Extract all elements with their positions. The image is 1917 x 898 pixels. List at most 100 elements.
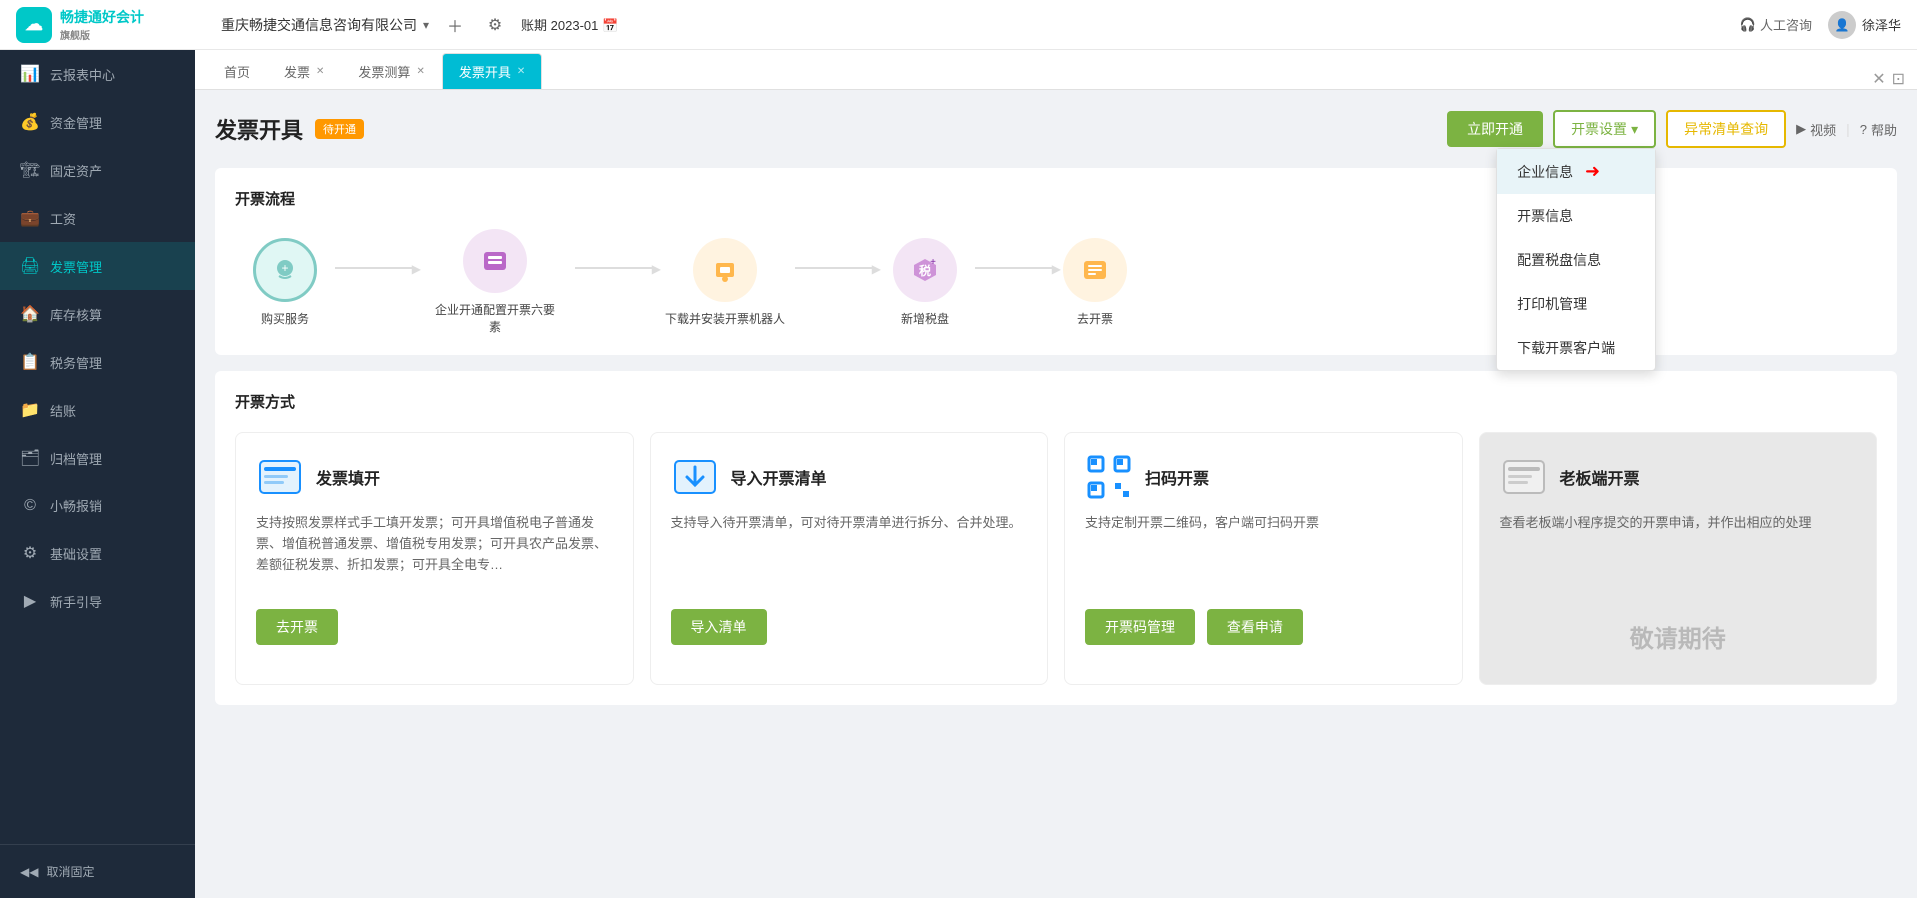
sidebar-label: 发票管理 <box>50 257 102 276</box>
method-boss-title: 老板端开票 <box>1560 465 1640 489</box>
tab-invoice-calc[interactable]: 发票测算 ✕ <box>341 53 441 89</box>
close-tab-button[interactable]: ✕ <box>1872 69 1885 89</box>
tab-close-invoice[interactable]: ✕ <box>316 66 324 77</box>
dropdown-item-printer[interactable]: 打印机管理 <box>1497 282 1655 326</box>
dropdown-item-tax-disk[interactable]: 配置税盘信息 <box>1497 238 1655 282</box>
headset-icon: 🎧 <box>1740 17 1756 33</box>
cancel-pin-icon: ◀◀ <box>20 865 38 879</box>
method-import-btn[interactable]: 导入清单 <box>671 609 767 645</box>
company-selector[interactable]: 重庆畅捷交通信息咨询有限公司 ▾ <box>221 15 429 35</box>
add-company-button[interactable]: ＋ <box>441 11 469 39</box>
sidebar-item-invoice[interactable]: 🖨 发票管理 <box>0 242 195 290</box>
inventory-icon: 🏠 <box>20 304 40 324</box>
method-manual-btn[interactable]: 去开票 <box>256 609 338 645</box>
method-import-icon <box>671 453 719 501</box>
guide-icon: ▶ <box>20 591 40 611</box>
logo-sub: 旗舰版 <box>60 27 144 42</box>
method-scan-btn[interactable]: 开票码管理 <box>1085 609 1195 645</box>
tab-home[interactable]: 首页 <box>207 53 267 89</box>
sidebar-item-fixed-assets[interactable]: 🏗 固定资产 <box>0 146 195 194</box>
sidebar-label: 归档管理 <box>50 449 102 468</box>
flow-step-1-label: 购买服务 <box>261 310 309 327</box>
abnormal-list-button[interactable]: 异常清单查询 <box>1666 110 1786 148</box>
fixed-assets-icon: 🏗 <box>20 160 40 180</box>
sidebar-label: 资金管理 <box>50 113 102 132</box>
cancel-pin-button[interactable]: ◀◀ 取消固定 <box>0 853 195 890</box>
sidebar-item-guide[interactable]: ▶ 新手引导 <box>0 577 195 625</box>
flow-step-3-label: 下载并安装开票机器人 <box>665 310 785 327</box>
method-scan-desc: 支持定制开票二维码，客户端可扫码开票 <box>1085 513 1442 593</box>
archive-icon: 🗂 <box>20 448 40 468</box>
settings-dropdown-button[interactable]: 开票设置 ▾ <box>1553 110 1656 148</box>
expand-button[interactable]: ⊡ <box>1892 69 1905 89</box>
tab-invoice-open[interactable]: 发票开具 ✕ <box>442 53 542 89</box>
dropdown-item-company-info[interactable]: 企业信息 ➜ <box>1497 149 1655 194</box>
flow-step-5-label: 去开票 <box>1077 310 1113 327</box>
flow-step-3-icon <box>693 238 757 302</box>
period-label: 账期 2023-01 📅 <box>521 15 618 34</box>
methods-section-title: 开票方式 <box>235 391 1877 412</box>
flow-step-2-icon <box>463 229 527 293</box>
method-manual-desc: 支持按照发票样式手工填开发票；可开具增值税电子普通发票、增值税普通发票、增值税专… <box>256 513 613 593</box>
svg-text:+: + <box>281 261 288 275</box>
sidebar-label: 新手引导 <box>50 592 102 611</box>
method-boss: 老板端开票 查看老板端小程序提交的开票申请，并作出相应的处理 敬请期待 <box>1479 432 1878 685</box>
invoice-icon: 🖨 <box>20 256 40 276</box>
sidebar-label: 云报表中心 <box>50 65 115 84</box>
methods-section: 开票方式 发票填开 支持按照发票样式手工填开发票；可开具增值税电子普通发票、增值… <box>215 371 1897 705</box>
settlement-icon: 📁 <box>20 400 40 420</box>
sidebar-item-report[interactable]: © 小畅报销 <box>0 482 195 529</box>
tab-close-calc[interactable]: ✕ <box>416 66 424 77</box>
methods-grid: 发票填开 支持按照发票样式手工填开发票；可开具增值税电子普通发票、增值税普通发票… <box>235 432 1877 685</box>
method-manual-icon <box>256 453 304 501</box>
flow-step-4-icon: 税+ <box>893 238 957 302</box>
company-name: 重庆畅捷交通信息咨询有限公司 <box>221 15 417 35</box>
svg-text:+: + <box>930 257 936 268</box>
method-scan: 扫码开票 支持定制开票二维码，客户端可扫码开票 开票码管理 查看申请 <box>1064 432 1463 685</box>
logo: ☁ 畅捷通好会计 旗舰版 <box>16 7 211 43</box>
method-boss-icon <box>1500 453 1548 501</box>
avatar: 👤 <box>1828 11 1856 39</box>
sidebar-item-settlement[interactable]: 📁 结账 <box>0 386 195 434</box>
method-scan-icon <box>1085 453 1133 501</box>
user-menu[interactable]: 👤 徐泽华 <box>1828 11 1901 39</box>
method-import-title: 导入开票清单 <box>731 465 827 489</box>
username: 徐泽华 <box>1862 15 1901 34</box>
sidebar-item-tax[interactable]: 📋 税务管理 <box>0 338 195 386</box>
sidebar-item-fund[interactable]: 💰 资金管理 <box>0 98 195 146</box>
page-content: 发票开具 待开通 立即开通 开票设置 ▾ <box>195 90 1917 898</box>
chevron-down-icon: ▾ <box>1631 121 1638 138</box>
video-button[interactable]: ▶ 视频 <box>1796 120 1836 139</box>
dropdown-item-invoice-info[interactable]: 开票信息 <box>1497 194 1655 238</box>
settings-button[interactable]: ⚙ <box>481 11 509 39</box>
red-arrow-icon: ➜ <box>1585 161 1600 181</box>
divider: | <box>1846 121 1850 137</box>
settings-dropdown-menu: 企业信息 ➜ 开票信息 配置税盘信息 打印机管理 <box>1496 148 1656 371</box>
salary-icon: 💼 <box>20 208 40 228</box>
method-scan-btn2[interactable]: 查看申请 <box>1207 609 1303 645</box>
logo-icon: ☁ <box>16 7 52 43</box>
flow-step-2-label: 企业开通配置开票六要素 <box>435 301 555 335</box>
support-button[interactable]: 🎧 人工咨询 <box>1740 15 1812 34</box>
sidebar-item-cloud-report[interactable]: 📊 云报表中心 <box>0 50 195 98</box>
tab-close-open[interactable]: ✕ <box>517 66 525 77</box>
status-badge: 待开通 <box>315 119 364 139</box>
sidebar-item-inventory[interactable]: 🏠 库存核算 <box>0 290 195 338</box>
method-manual: 发票填开 支持按照发票样式手工填开发票；可开具增值税电子普通发票、增值税普通发票… <box>235 432 634 685</box>
settings-dropdown-container: 开票设置 ▾ 企业信息 ➜ 开票信息 <box>1553 110 1656 148</box>
sidebar-item-salary[interactable]: 💼 工资 <box>0 194 195 242</box>
sidebar-label: 库存核算 <box>50 305 102 324</box>
flow-step-5-icon <box>1063 238 1127 302</box>
sidebar-item-settings[interactable]: ⚙ 基础设置 <box>0 529 195 577</box>
tab-invoice[interactable]: 发票 ✕ <box>267 53 341 89</box>
activate-button[interactable]: 立即开通 <box>1447 111 1543 147</box>
help-button[interactable]: ? 帮助 <box>1860 120 1897 139</box>
help-icon: ? <box>1860 122 1867 137</box>
sidebar-item-archive[interactable]: 🗂 归档管理 <box>0 434 195 482</box>
method-import: 导入开票清单 支持导入待开票清单，可对待开票清单进行拆分、合并处理。 导入清单 <box>650 432 1049 685</box>
chevron-down-icon: ▾ <box>423 18 429 32</box>
sidebar-label: 结账 <box>50 401 76 420</box>
dropdown-item-download-client[interactable]: 下载开票客户端 <box>1497 326 1655 370</box>
page-title: 发票开具 <box>215 113 303 145</box>
sidebar-label: 税务管理 <box>50 353 102 372</box>
